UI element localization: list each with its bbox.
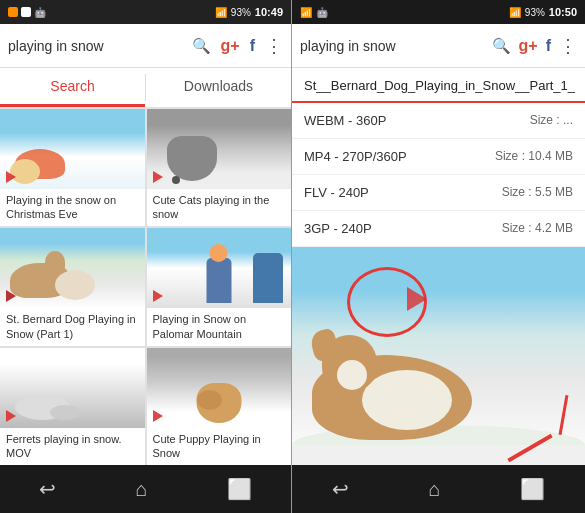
video-card-3[interactable]: St. Bernard Dog Playing in Snow (Part 1) [0,228,145,345]
video-title-6: Cute Puppy Playing in Snow [147,428,292,465]
format-size-mp4: Size : 10.4 MB [495,149,573,163]
format-row-webm[interactable]: WEBM - 360P Size : ... [292,103,585,139]
googleplus-icon[interactable]: g+ [221,37,240,55]
video-title-1: Playing in the snow on Christmas Eve [0,189,145,226]
play-icon-6 [153,410,163,422]
video-thumb-3 [0,228,145,308]
format-size-webm: Size : ... [530,113,573,127]
back-button-right[interactable]: ↩ [332,477,349,501]
preview-image [292,247,585,465]
facebook-icon[interactable]: f [250,37,255,55]
play-icon-1 [6,171,16,183]
tabs-row: Search Downloads [0,68,291,109]
format-label-mp4: MP4 - 270P/360P [304,149,407,164]
tab-downloads[interactable]: Downloads [146,68,291,107]
status-bar-right: 📶 🤖 📶 93% 10:50 [292,0,585,24]
search-icon-right[interactable] [492,37,511,55]
status-right-info: 📶 93% 10:49 [215,6,283,18]
home-button-left[interactable]: ⌂ [135,478,147,501]
video-title-5: Ferrets playing in snow. MOV [0,428,145,465]
left-panel: 🤖 📶 93% 10:49 playing in snow g+ f Searc… [0,0,292,513]
search-icon-left[interactable] [192,37,211,55]
video-grid: Playing in the snow on Christmas Eve Cut… [0,109,291,465]
status-bar-left: 🤖 📶 93% 10:49 [0,0,291,24]
search-bar-left: playing in snow g+ f [0,24,291,68]
video-title-2: Cute Cats playing in the snow [147,189,292,226]
video-thumb-5 [0,348,145,428]
status-right-left-icons: 📶 🤖 [300,7,328,18]
recent-button-right[interactable]: ⬜ [520,477,545,501]
home-button-right[interactable]: ⌂ [428,478,440,501]
search-icons-left: g+ f [192,35,283,57]
video-card-2[interactable]: Cute Cats playing in the snow [147,109,292,226]
format-size-flv: Size : 5.5 MB [502,185,573,199]
video-card-4[interactable]: Playing in Snow on Palomar Mountain [147,228,292,345]
time-left: 10:49 [255,6,283,18]
format-label-3gp: 3GP - 240P [304,221,372,236]
status-right-info-right: 📶 93% 10:50 [509,6,577,18]
format-label-flv: FLV - 240P [304,185,369,200]
play-icon-3 [6,290,16,302]
format-list: WEBM - 360P Size : ... MP4 - 270P/360P S… [292,103,585,247]
video-card-6[interactable]: Cute Puppy Playing in Snow [147,348,292,465]
video-card-1[interactable]: Playing in the snow on Christmas Eve [0,109,145,226]
video-thumb-2 [147,109,292,189]
android-icon: 🤖 [34,7,46,18]
video-card-5[interactable]: Ferrets playing in snow. MOV [0,348,145,465]
nav-bar-right: ↩ ⌂ ⬜ [292,465,585,513]
search-bar-right: playing in snow g+ f [292,24,585,68]
notification-icon [8,7,18,17]
format-row-flv[interactable]: FLV - 240P Size : 5.5 MB [292,175,585,211]
video-title-4: Playing in Snow on Palomar Mountain [147,308,292,345]
more-icon-right[interactable] [559,35,577,57]
wifi-icon-right: 📶 [300,7,312,18]
search-query-left: playing in snow [8,38,184,54]
play-icon-2 [153,171,163,183]
video-title-3: St. Bernard Dog Playing in Snow (Part 1) [0,308,145,345]
nav-bar-left: ↩ ⌂ ⬜ [0,465,291,513]
video-thumb-6 [147,348,292,428]
search-query-right: playing in snow [300,38,484,54]
video-title-detail: St__Bernard_Dog_Playing_in_Snow__Part_1_ [292,68,585,103]
play-icon-5 [6,410,16,422]
detail-panel: St__Bernard_Dog_Playing_in_Snow__Part_1_… [292,68,585,465]
signal-icon-right: 📶 [509,7,521,18]
android-icon-right: 🤖 [316,7,328,18]
red-arrow-overlay [407,287,427,311]
person-shape [206,258,231,303]
format-label-webm: WEBM - 360P [304,113,386,128]
recent-button-left[interactable]: ⬜ [227,477,252,501]
preview-area [292,247,585,465]
battery-text: 93% [231,7,251,18]
video-thumb-4 [147,228,292,308]
cat-shape [167,136,217,181]
more-icon-left[interactable] [265,35,283,57]
format-row-mp4[interactable]: MP4 - 270P/360P Size : 10.4 MB [292,139,585,175]
signal-icon: 📶 [215,7,227,18]
video-thumb-1 [0,109,145,189]
format-size-3gp: Size : 4.2 MB [502,221,573,235]
right-panel: 📶 🤖 📶 93% 10:50 playing in snow g+ f St_… [292,0,585,513]
googleplus-icon-right[interactable]: g+ [519,37,538,55]
facebook-icon-right[interactable]: f [546,37,551,55]
time-right: 10:50 [549,6,577,18]
play-icon-4 [153,290,163,302]
tab-search[interactable]: Search [0,68,145,107]
battery-text-right: 93% [525,7,545,18]
format-row-3gp[interactable]: 3GP - 240P Size : 4.2 MB [292,211,585,247]
app-icon [21,7,31,17]
back-button-left[interactable]: ↩ [39,477,56,501]
status-left-icons: 🤖 [8,7,46,18]
